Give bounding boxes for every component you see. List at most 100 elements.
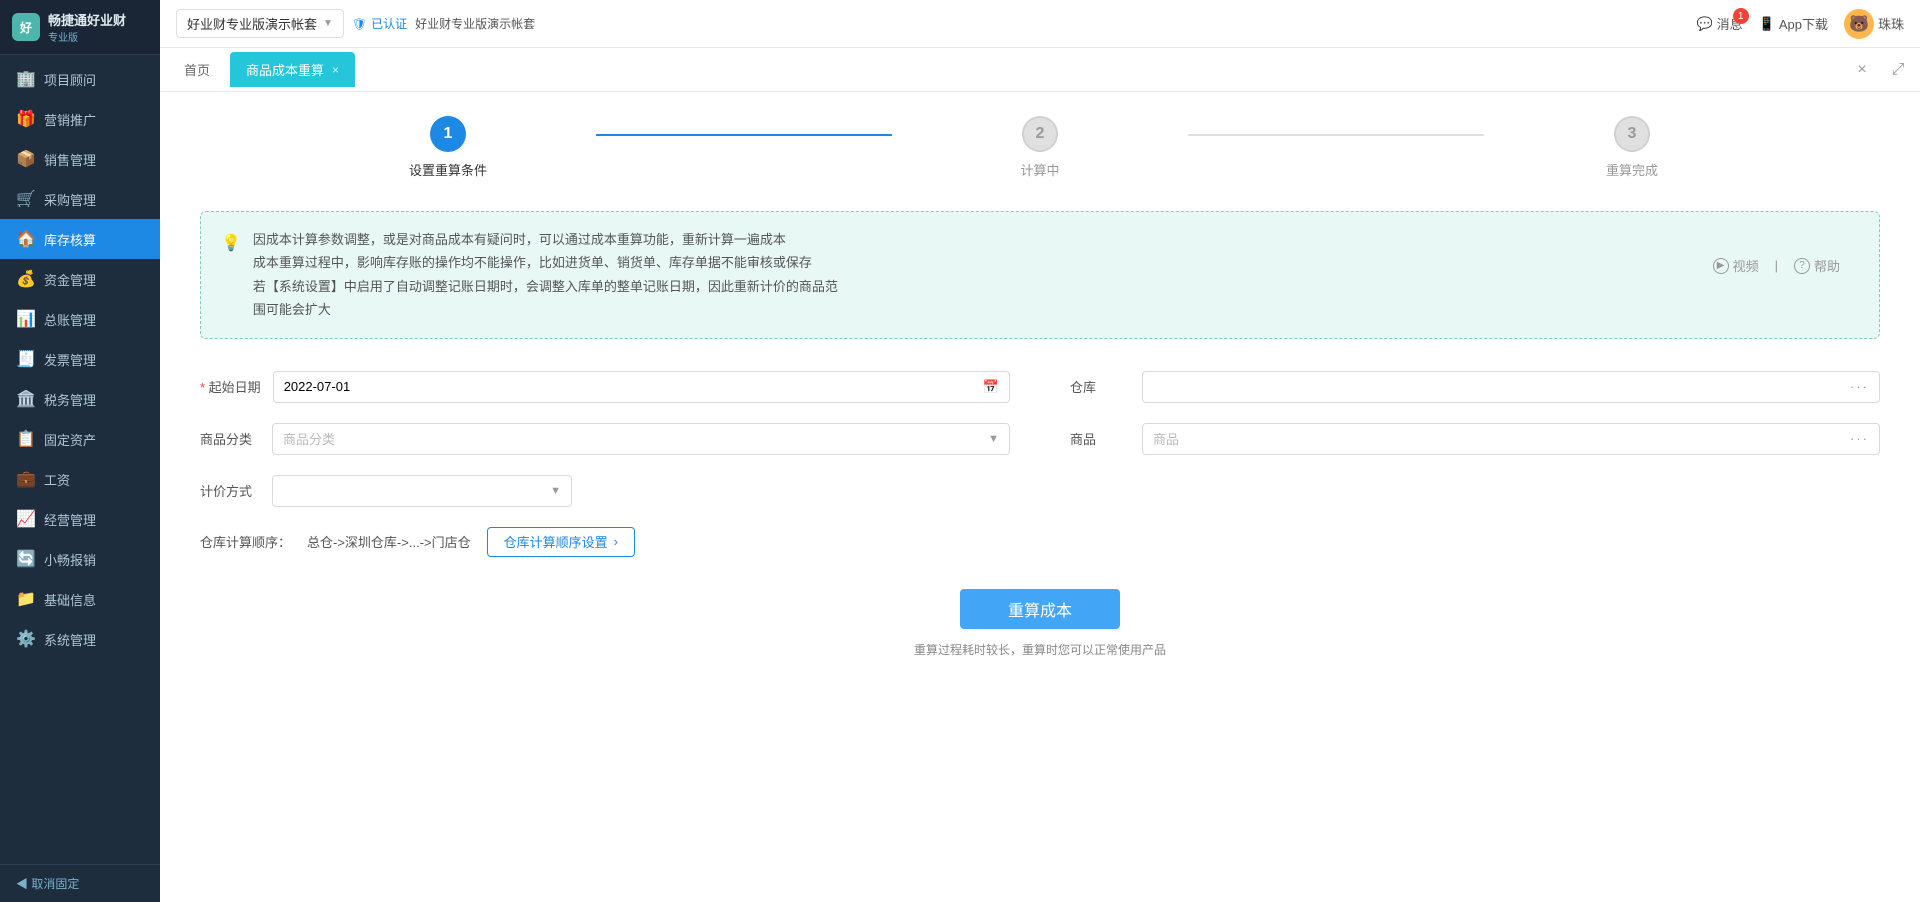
helper-line-1: 因成本计算参数调整，或是对商品成本有疑问时，可以通过成本重算功能，重新计算一遍成… (253, 228, 838, 251)
step-circle-2: 2 (1022, 116, 1058, 152)
helper-box: 💡 因成本计算参数调整，或是对商品成本有疑问时，可以通过成本重算功能，重新计算一… (200, 211, 1880, 339)
app-name: 畅捷通好业财 (48, 10, 126, 29)
nav-icon-accounting: 📊 (16, 309, 34, 329)
chevron-down-icon: ▼ (550, 485, 561, 497)
help-link[interactable]: ? 帮助 (1794, 256, 1840, 275)
app-edition: 专业版 (48, 29, 126, 44)
sidebar-item-base[interactable]: 📁基础信息 (0, 579, 160, 619)
category-label: 商品分类 (200, 429, 260, 448)
close-window-button[interactable]: × (1848, 56, 1876, 84)
user-profile[interactable]: 🐻 珠珠 (1844, 9, 1904, 39)
sidebar-footer-unpin[interactable]: ◀ 取消固定 (0, 864, 160, 902)
start-date-input[interactable]: 📅 (273, 371, 1010, 403)
sidebar-item-expense[interactable]: 🔄 小畅报销 (0, 539, 160, 579)
sidebar-item-invoice[interactable]: 🧾发票管理 (0, 339, 160, 379)
nav-icon-finance: 💰 (16, 269, 34, 289)
nav-icon-expense: 🔄 (16, 549, 34, 569)
nav-icon-operations: 📈 (16, 509, 34, 529)
product-label: 商品 (1070, 429, 1130, 448)
sidebar-item-project[interactable]: 🏢项目顾问 (0, 59, 160, 99)
step-connector-1 (596, 134, 892, 136)
warehouse-order-settings-button[interactable]: 仓库计算顺序设置 › (487, 527, 635, 557)
sidebar-header: 好 畅捷通好业财 专业版 (0, 0, 160, 55)
start-date-field[interactable] (284, 379, 975, 394)
nav-icon-tax: 🏛️ (16, 389, 34, 409)
sidebar-item-marketing[interactable]: 🎁营销推广 (0, 99, 160, 139)
helper-line-3: 若【系统设置】中启用了自动调整记账日期时，会调整入库单的整单记账日期，因此重新计… (253, 275, 838, 298)
help-label: 帮助 (1814, 256, 1840, 275)
expand-window-button[interactable]: ⤢ (1884, 56, 1912, 84)
helper-line-2: 成本重算过程中，影响库存账的操作均不能操作，比如进货单、销货单、库存单据不能审核… (253, 251, 838, 274)
step-2: 2计算中 (892, 116, 1188, 179)
recalc-button[interactable]: 重算成本 (960, 589, 1120, 629)
tab-home-label: 首页 (184, 60, 210, 79)
sidebar-item-label: 税务管理 (44, 390, 96, 409)
nav-icon-purchase: 🛒 (16, 189, 34, 209)
pricing-row: 计价方式 ▼ (200, 475, 1880, 507)
step-label-3: 重算完成 (1606, 160, 1658, 179)
sidebar-item-label: 资金管理 (44, 270, 96, 289)
tab-close-icon[interactable]: × (332, 63, 339, 77)
user-avatar: 🐻 (1844, 9, 1874, 39)
sidebar-item-sales[interactable]: 📦销售管理 (0, 139, 160, 179)
message-button[interactable]: 💬 消息 1 (1696, 14, 1742, 33)
helper-line-4: 围可能会扩大 (253, 298, 838, 321)
sidebar-item-label: 发票管理 (44, 350, 96, 369)
product-input[interactable]: 商品 ··· (1142, 423, 1880, 455)
sidebar-nav: 🏢项目顾问🎁营销推广📦销售管理🛒采购管理🏠库存核算 💰 资金管理 📊总账管理🧾发票管理… (0, 55, 160, 864)
nav-icon-project: 🏢 (16, 69, 34, 89)
tab-cost-recalc[interactable]: 商品成本重算 × (230, 52, 355, 87)
app-title-group: 畅捷通好业财 专业版 (48, 10, 126, 44)
sidebar-item-system[interactable]: ⚙️ 系统管理 (0, 619, 160, 659)
info-icon: 💡 (221, 230, 241, 322)
phone-icon: 📱 (1759, 16, 1775, 32)
nav-icon-assets: 📋 (16, 429, 34, 449)
sidebar-item-finance[interactable]: 💰 资金管理 (0, 259, 160, 299)
recalc-hint: 重算过程耗时较长，重算时您可以正常使用产品 (914, 641, 1166, 658)
chevron-down-icon: ▼ (988, 433, 999, 445)
expand-icon: ⤢ (1892, 61, 1905, 79)
shield-icon: 🛡 (352, 17, 367, 31)
sidebar-item-label: 系统管理 (44, 630, 96, 649)
category-select[interactable]: 商品分类 ▼ (272, 423, 1010, 455)
nav-icon-system: ⚙️ (16, 629, 34, 649)
step-circle-3: 3 (1614, 116, 1650, 152)
app-download-button[interactable]: 📱 App下载 (1759, 14, 1828, 33)
account-name-label: 好业财专业版演示帐套 (415, 15, 535, 32)
message-icon: 💬 (1696, 16, 1712, 32)
step-1: 1设置重算条件 (300, 116, 596, 179)
sidebar-item-inventory[interactable]: 🏠库存核算 (0, 219, 160, 259)
warehouse-row: 仓库 ··· (1070, 371, 1880, 403)
sidebar-item-purchase[interactable]: 🛒采购管理 (0, 179, 160, 219)
pricing-select[interactable]: ▼ (272, 475, 572, 507)
account-selector[interactable]: 好业财专业版演示帐套 ▼ (176, 9, 344, 38)
tab-home[interactable]: 首页 (168, 52, 226, 87)
message-badge: 1 (1733, 8, 1749, 24)
product-row: 商品 商品 ··· (1070, 423, 1880, 455)
sidebar-item-salary[interactable]: 💼工资 (0, 459, 160, 499)
recalc-btn-label: 重算成本 (1008, 603, 1072, 620)
step-label-1: 设置重算条件 (409, 160, 487, 179)
step-connector-2 (1188, 134, 1484, 136)
warehouse-order-value: 总仓->深圳仓库->...->门店仓 (307, 532, 471, 551)
sidebar-item-tax[interactable]: 🏛️ 税务管理 (0, 379, 160, 419)
warehouse-input[interactable]: ··· (1142, 371, 1880, 403)
verified-text: 已认证 (371, 15, 407, 32)
topbar-right: 💬 消息 1 📱 App下载 🐻 珠珠 (1696, 9, 1904, 39)
warehouse-order-btn-label: 仓库计算顺序设置 (504, 532, 608, 551)
content-wrapper: ▶ 视频 | ? 帮助 1设置重算条件 2计算中 3 重算完成 💡 因成本计算参数调整… (200, 116, 1880, 658)
sidebar-item-label: 销售管理 (44, 150, 96, 169)
user-name: 珠珠 (1878, 14, 1904, 33)
account-selector-text: 好业财专业版演示帐套 (187, 14, 317, 33)
sidebar-item-operations[interactable]: 📈经营管理 (0, 499, 160, 539)
video-link[interactable]: ▶ 视频 (1713, 256, 1759, 275)
nav-icon-marketing: 🎁 (16, 109, 34, 129)
chevron-down-icon: ▼ (323, 18, 333, 29)
video-label: 视频 (1733, 256, 1759, 275)
calendar-icon[interactable]: 📅 (983, 379, 999, 395)
help-links: ▶ 视频 | ? 帮助 (1713, 256, 1840, 275)
sidebar-item-assets[interactable]: 📋固定资产 (0, 419, 160, 459)
sidebar-item-accounting[interactable]: 📊总账管理 (0, 299, 160, 339)
sidebar-item-label: 小畅报销 (44, 550, 96, 569)
chevron-right-icon: › (614, 534, 618, 549)
